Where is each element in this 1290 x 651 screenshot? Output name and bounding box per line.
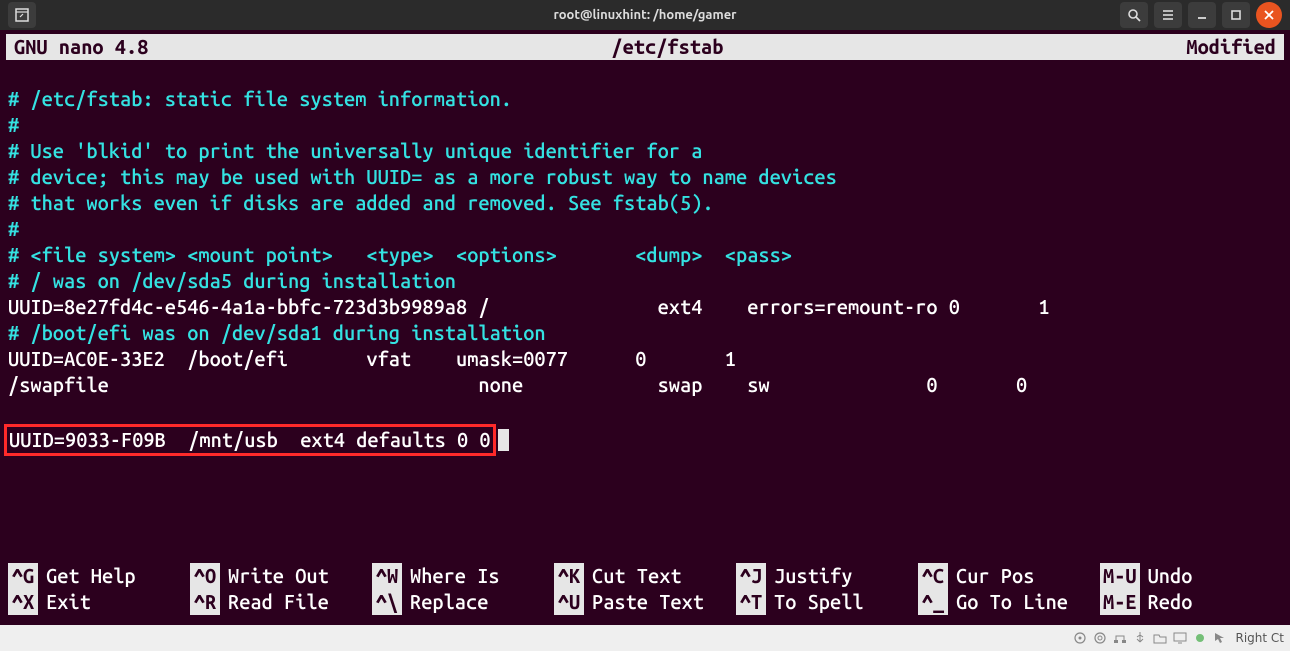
- shortcut-key: ^K: [554, 563, 584, 589]
- help-shortcut: ^R Read File: [190, 589, 372, 615]
- shortcut-key: ^W: [372, 563, 402, 589]
- help-shortcut: ^O Write Out: [190, 563, 372, 589]
- help-shortcut: ^C Cur Pos: [918, 563, 1100, 589]
- activities-icon[interactable]: [8, 2, 36, 28]
- host-key-label: Right Ct: [1236, 631, 1285, 645]
- recording-icon: [1192, 630, 1208, 646]
- shortcut-label: Get Help: [46, 563, 136, 589]
- editor-buffer[interactable]: # /etc/fstab: static file system informa…: [0, 60, 1290, 482]
- help-shortcut: ^W Where Is: [372, 563, 554, 589]
- nano-help-bar: ^G Get Help ^O Write Out ^W Where Is ^K Cut Tex…: [8, 563, 1282, 615]
- cd-icon: [1092, 630, 1108, 646]
- help-shortcut: ^J Justify: [736, 563, 918, 589]
- shortcut-label: Paste Text: [592, 589, 704, 615]
- fstab-entry: UUID=9033-F09B /mnt/usb ext4 defaults 0 …: [9, 428, 491, 451]
- help-shortcut: ^\ Replace: [372, 589, 554, 615]
- help-shortcut: ^T To Spell: [736, 589, 918, 615]
- shortcut-key: ^J: [736, 563, 766, 589]
- help-shortcut: ^K Cut Text: [554, 563, 736, 589]
- shortcut-label: Replace: [410, 589, 488, 615]
- shortcut-key: M-U: [1100, 563, 1140, 589]
- comment-line: # /etc/fstab: static file system informa…: [8, 87, 512, 110]
- display-icon: [1172, 630, 1188, 646]
- fstab-entry: /swapfile none swap sw 0 0: [8, 373, 1027, 396]
- usb-icon: [1132, 630, 1148, 646]
- shortcut-key: ^U: [554, 589, 584, 615]
- help-shortcut: ^G Get Help: [8, 563, 190, 589]
- help-shortcut: M-E Redo: [1100, 589, 1282, 615]
- disk-icon: [1072, 630, 1088, 646]
- help-shortcut: ^X Exit: [8, 589, 190, 615]
- vm-status-bar: Right Ct: [0, 625, 1290, 651]
- shortcut-key: ^O: [190, 563, 220, 589]
- comment-line: #: [8, 217, 19, 240]
- comment-line: # device; this may be used with UUID= as…: [8, 165, 837, 188]
- shortcut-label: Exit: [46, 589, 91, 615]
- hamburger-menu-icon[interactable]: [1154, 2, 1182, 28]
- mouse-integration-icon: [1212, 630, 1228, 646]
- network-icon: [1112, 630, 1128, 646]
- terminal[interactable]: GNU nano 4.8 /etc/fstab Modified # /etc/…: [0, 30, 1290, 625]
- nano-status: Modified: [1186, 34, 1284, 60]
- shared-folder-icon: [1152, 630, 1168, 646]
- shortcut-key: ^X: [8, 589, 38, 615]
- shortcut-label: Go To Line: [956, 589, 1068, 615]
- comment-line: # /boot/efi was on /dev/sda1 during inst…: [8, 321, 546, 344]
- shortcut-key: ^R: [190, 589, 220, 615]
- comment-line: #: [8, 113, 19, 136]
- window-title: root@linuxhint: /home/gamer: [228, 8, 1062, 22]
- close-button[interactable]: [1256, 2, 1282, 28]
- shortcut-label: Justify: [774, 563, 852, 589]
- comment-line: # Use 'blkid' to print the universally u…: [8, 139, 702, 162]
- fstab-entry: UUID=8e27fd4c-e546-4a1a-bbfc-723d3b9989a…: [8, 295, 1050, 318]
- minimize-button[interactable]: [1188, 2, 1216, 28]
- maximize-button[interactable]: [1222, 2, 1250, 28]
- nano-file-path: /etc/fstab: [148, 34, 1186, 60]
- shortcut-key: ^C: [918, 563, 948, 589]
- text-cursor: [498, 429, 509, 451]
- shortcut-label: Where Is: [410, 563, 500, 589]
- shortcut-key: ^T: [736, 589, 766, 615]
- shortcut-key: ^_: [918, 589, 948, 615]
- shortcut-label: Cut Text: [592, 563, 682, 589]
- comment-line: # / was on /dev/sda5 during installation: [8, 269, 456, 292]
- highlighted-new-entry: UUID=9033-F09B /mnt/usb ext4 defaults 0 …: [4, 424, 496, 456]
- search-icon[interactable]: [1120, 2, 1148, 28]
- shortcut-label: Undo: [1148, 563, 1193, 589]
- comment-line: # that works even if disks are added and…: [8, 191, 714, 214]
- shortcut-label: Read File: [228, 589, 329, 615]
- gnome-titlebar: root@linuxhint: /home/gamer: [0, 0, 1290, 30]
- shortcut-label: Cur Pos: [956, 563, 1034, 589]
- fstab-entry: UUID=AC0E-33E2 /boot/efi vfat umask=0077…: [8, 347, 736, 370]
- help-shortcut: ^_ Go To Line: [918, 589, 1100, 615]
- shortcut-label: To Spell: [774, 589, 864, 615]
- shortcut-key: ^G: [8, 563, 38, 589]
- comment-line: # <file system> <mount point> <type> <op…: [8, 243, 792, 266]
- nano-app-name: GNU nano 4.8: [6, 34, 148, 60]
- shortcut-label: Redo: [1148, 589, 1193, 615]
- help-shortcut: M-U Undo: [1100, 563, 1282, 589]
- shortcut-label: Write Out: [228, 563, 329, 589]
- shortcut-key: M-E: [1100, 589, 1140, 615]
- nano-title-bar: GNU nano 4.8 /etc/fstab Modified: [6, 34, 1284, 60]
- shortcut-key: ^\: [372, 589, 402, 615]
- help-shortcut: ^U Paste Text: [554, 589, 736, 615]
